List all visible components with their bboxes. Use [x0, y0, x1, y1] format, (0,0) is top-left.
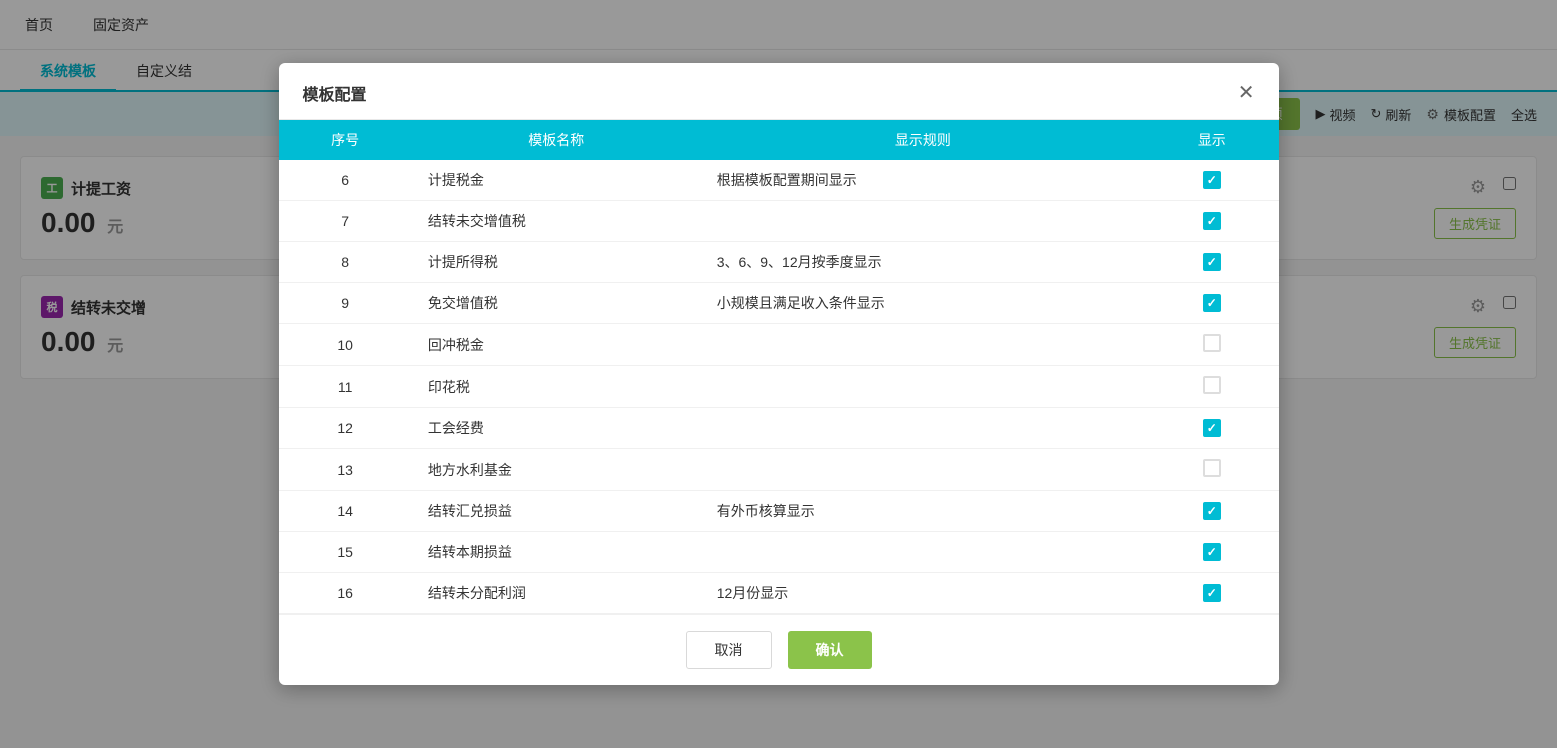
cell-seq: 12 [279, 408, 412, 449]
table-row: 16结转未分配利润12月份显示 [279, 573, 1279, 614]
table-row: 11印花税 [279, 366, 1279, 408]
display-checkbox[interactable] [1203, 459, 1221, 477]
cell-rule [701, 408, 1145, 449]
modal-header: 模板配置 ✕ [279, 63, 1279, 120]
cell-rule [701, 532, 1145, 573]
cell-name: 回冲税金 [412, 324, 701, 366]
cell-display [1145, 160, 1278, 201]
cell-rule: 3、6、9、12月按季度显示 [701, 242, 1145, 283]
cell-name: 印花税 [412, 366, 701, 408]
display-checkbox[interactable] [1203, 171, 1221, 189]
cell-seq: 13 [279, 449, 412, 491]
table-row: 14结转汇兑损益有外币核算显示 [279, 491, 1279, 532]
cell-display [1145, 366, 1278, 408]
cell-display [1145, 449, 1278, 491]
display-checkbox[interactable] [1203, 294, 1221, 312]
display-checkbox[interactable] [1203, 502, 1221, 520]
col-rule: 显示规则 [701, 120, 1145, 160]
modal-overlay: 模板配置 ✕ 序号 模板名称 显示规则 显示 6计提税金根据模板配置期间显示7结… [0, 0, 1557, 748]
cell-seq: 14 [279, 491, 412, 532]
cell-display [1145, 491, 1278, 532]
cell-seq: 15 [279, 532, 412, 573]
table-row: 6计提税金根据模板配置期间显示 [279, 160, 1279, 201]
cell-rule [701, 324, 1145, 366]
display-checkbox[interactable] [1203, 334, 1221, 352]
cell-seq: 10 [279, 324, 412, 366]
cell-name: 结转本期损益 [412, 532, 701, 573]
cell-name: 地方水利基金 [412, 449, 701, 491]
cell-rule: 12月份显示 [701, 573, 1145, 614]
cell-display [1145, 532, 1278, 573]
modal-table: 序号 模板名称 显示规则 显示 6计提税金根据模板配置期间显示7结转未交增值税8… [279, 120, 1279, 614]
cell-display [1145, 201, 1278, 242]
table-row: 15结转本期损益 [279, 532, 1279, 573]
cancel-button[interactable]: 取消 [686, 631, 772, 669]
cell-seq: 6 [279, 160, 412, 201]
table-row: 13地方水利基金 [279, 449, 1279, 491]
cell-name: 结转未分配利润 [412, 573, 701, 614]
table-row: 10回冲税金 [279, 324, 1279, 366]
table-row: 9免交增值税小规模且满足收入条件显示 [279, 283, 1279, 324]
cell-rule [701, 201, 1145, 242]
cell-seq: 11 [279, 366, 412, 408]
modal-table-scroll[interactable]: 序号 模板名称 显示规则 显示 6计提税金根据模板配置期间显示7结转未交增值税8… [279, 120, 1279, 614]
cell-seq: 9 [279, 283, 412, 324]
col-name: 模板名称 [412, 120, 701, 160]
display-checkbox[interactable] [1203, 212, 1221, 230]
cell-seq: 16 [279, 573, 412, 614]
cell-rule: 小规模且满足收入条件显示 [701, 283, 1145, 324]
cell-name: 结转未交增值税 [412, 201, 701, 242]
display-checkbox[interactable] [1203, 543, 1221, 561]
cell-seq: 8 [279, 242, 412, 283]
table-row: 8计提所得税3、6、9、12月按季度显示 [279, 242, 1279, 283]
cell-rule: 有外币核算显示 [701, 491, 1145, 532]
modal-template-config: 模板配置 ✕ 序号 模板名称 显示规则 显示 6计提税金根据模板配置期间显示7结… [279, 63, 1279, 685]
display-checkbox[interactable] [1203, 253, 1221, 271]
cell-display [1145, 283, 1278, 324]
modal-footer: 取消 确认 [279, 614, 1279, 685]
cell-name: 结转汇兑损益 [412, 491, 701, 532]
cell-rule [701, 366, 1145, 408]
cell-seq: 7 [279, 201, 412, 242]
cell-name: 计提税金 [412, 160, 701, 201]
cell-rule: 根据模板配置期间显示 [701, 160, 1145, 201]
cell-display [1145, 408, 1278, 449]
col-seq: 序号 [279, 120, 412, 160]
modal-close-button[interactable]: ✕ [1238, 83, 1255, 103]
cell-display [1145, 573, 1278, 614]
cell-display [1145, 242, 1278, 283]
cell-name: 免交增值税 [412, 283, 701, 324]
cell-name: 工会经费 [412, 408, 701, 449]
table-header-row: 序号 模板名称 显示规则 显示 [279, 120, 1279, 160]
modal-title: 模板配置 [303, 81, 367, 105]
cell-display [1145, 324, 1278, 366]
table-row: 12工会经费 [279, 408, 1279, 449]
display-checkbox[interactable] [1203, 584, 1221, 602]
cell-name: 计提所得税 [412, 242, 701, 283]
display-checkbox[interactable] [1203, 376, 1221, 394]
col-display: 显示 [1145, 120, 1278, 160]
cell-rule [701, 449, 1145, 491]
display-checkbox[interactable] [1203, 419, 1221, 437]
confirm-button[interactable]: 确认 [788, 631, 872, 669]
table-row: 7结转未交增值税 [279, 201, 1279, 242]
